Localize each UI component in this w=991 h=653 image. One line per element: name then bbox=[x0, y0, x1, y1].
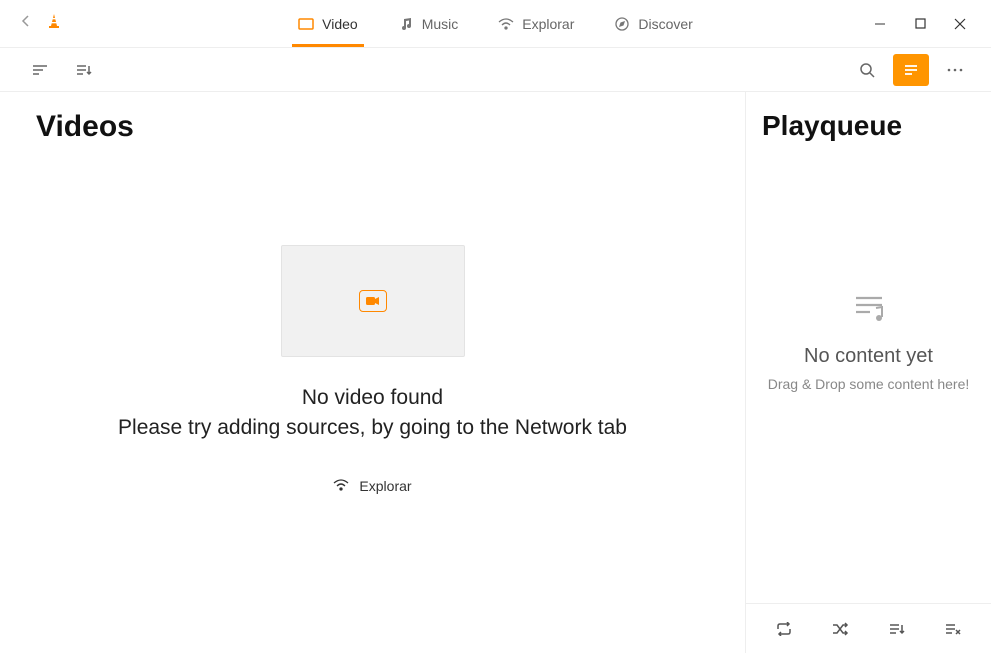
page-title: Videos bbox=[36, 110, 709, 144]
queue-clear-button[interactable] bbox=[938, 614, 968, 644]
toolbar-right bbox=[849, 54, 973, 86]
main-area: Videos No video found Please try adding … bbox=[0, 92, 746, 653]
playlist-music-icon bbox=[852, 294, 886, 329]
video-placeholder-card bbox=[281, 245, 465, 357]
minimize-button[interactable] bbox=[873, 17, 887, 31]
tab-label: Explorar bbox=[522, 16, 574, 32]
wifi-icon bbox=[333, 478, 349, 494]
tab-label: Video bbox=[322, 16, 358, 32]
tab-music[interactable]: Music bbox=[398, 0, 459, 47]
titlebar-left bbox=[0, 13, 140, 34]
playqueue-sidebar: Playqueue No content yet Drag & Drop som… bbox=[746, 92, 991, 653]
sort-button[interactable] bbox=[22, 54, 58, 86]
repeat-button[interactable] bbox=[769, 614, 799, 644]
vlc-cone-icon bbox=[46, 13, 62, 34]
video-camera-icon bbox=[359, 290, 387, 312]
playqueue-toggle-button[interactable] bbox=[893, 54, 929, 86]
shuffle-button[interactable] bbox=[825, 614, 855, 644]
close-button[interactable] bbox=[953, 17, 967, 31]
queue-add-button[interactable] bbox=[882, 614, 912, 644]
back-button[interactable] bbox=[18, 13, 34, 34]
wifi-icon bbox=[498, 16, 514, 32]
playqueue-title: Playqueue bbox=[762, 110, 975, 142]
tab-discover[interactable]: Discover bbox=[614, 0, 692, 47]
tab-video[interactable]: Video bbox=[298, 0, 358, 47]
playqueue-footer bbox=[746, 603, 991, 653]
more-button[interactable] bbox=[937, 54, 973, 86]
content: Videos No video found Please try adding … bbox=[0, 92, 991, 653]
toolbar-left bbox=[22, 54, 102, 86]
maximize-button[interactable] bbox=[913, 17, 927, 31]
empty-line-2: Please try adding sources, by going to t… bbox=[118, 413, 627, 442]
search-button[interactable] bbox=[849, 54, 885, 86]
empty-message: No video found Please try adding sources… bbox=[118, 383, 627, 442]
tab-browse[interactable]: Explorar bbox=[498, 0, 574, 47]
nav-tabs: Video Music Explorar Discover bbox=[140, 0, 851, 47]
tv-icon bbox=[298, 16, 314, 32]
music-note-icon bbox=[398, 16, 414, 32]
empty-line-1: No video found bbox=[118, 383, 627, 412]
tab-label: Discover bbox=[638, 16, 692, 32]
compass-icon bbox=[614, 16, 630, 32]
toolbar bbox=[0, 48, 991, 92]
browse-label: Explorar bbox=[359, 478, 411, 494]
browse-link[interactable]: Explorar bbox=[333, 478, 411, 494]
playlist-sort-button[interactable] bbox=[66, 54, 102, 86]
empty-state: No video found Please try adding sources… bbox=[36, 144, 709, 635]
window-controls bbox=[851, 17, 991, 31]
titlebar: Video Music Explorar Discover bbox=[0, 0, 991, 48]
tab-label: Music bbox=[422, 16, 459, 32]
playqueue-empty-title: No content yet bbox=[804, 345, 933, 368]
playqueue-empty-state: No content yet Drag & Drop some content … bbox=[762, 142, 975, 603]
playqueue-empty-subtitle: Drag & Drop some content here! bbox=[768, 376, 970, 392]
